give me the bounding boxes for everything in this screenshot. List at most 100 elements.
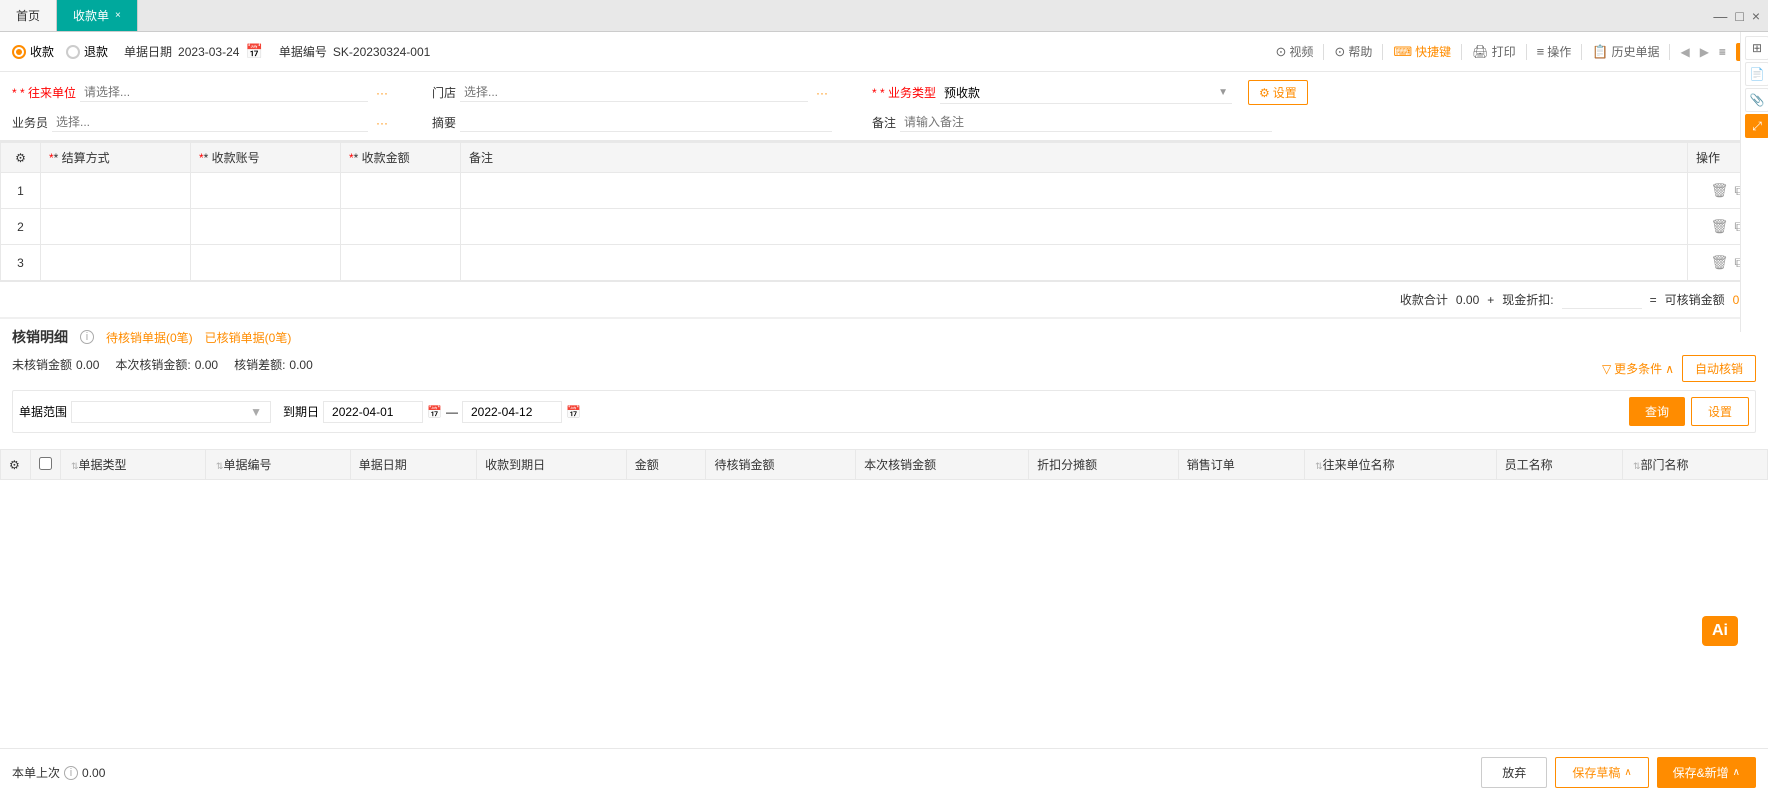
row-settlement-2[interactable] [41, 209, 191, 245]
employee-col-header: 员工名称 [1496, 450, 1622, 480]
row-amount-2[interactable] [341, 209, 461, 245]
table-gear-icon-2[interactable]: ⚙ [9, 458, 20, 472]
more-conditions-btn[interactable]: ▽ 更多条件 ∧ [1602, 360, 1674, 377]
video-label: 视频 [1289, 43, 1313, 60]
calendar-start-icon[interactable]: 📅 [427, 405, 442, 419]
sales-order-col-header: 销售订单 [1178, 450, 1304, 480]
row-account-1[interactable] [191, 173, 341, 209]
maximize-icon[interactable]: □ [1735, 8, 1743, 24]
delete-icon-2[interactable]: 🗑 [1711, 218, 1729, 235]
radio-receive[interactable]: 收款 [12, 43, 54, 60]
gear-col-header[interactable]: ⚙ [1, 143, 41, 173]
info-icon-footer[interactable]: i [64, 766, 78, 780]
minimize-icon[interactable]: — [1713, 8, 1727, 24]
counterpart-dots[interactable]: ··· [372, 86, 392, 100]
filter-settings-btn[interactable]: 设置 [1691, 397, 1749, 426]
list-icon[interactable]: ≡ [1719, 45, 1726, 59]
row-remark-2[interactable] [461, 209, 1688, 245]
settings-button[interactable]: ⚙ 设置 [1248, 80, 1308, 105]
tab-home-label: 首页 [16, 7, 40, 24]
nav-prev-icon[interactable]: ◀ [1680, 45, 1689, 59]
operation-btn[interactable]: ≡ 操作 [1537, 43, 1572, 60]
table-area: ⚙ ** 结算方式 ** 收款账号 ** 收款金额 备注 操作 [0, 141, 1768, 281]
radio-refund-circle [66, 45, 80, 59]
pending-link[interactable]: 待核销单据(0笔) [106, 329, 193, 346]
business-type-dropdown[interactable]: 预收款 ▼ [940, 82, 1232, 104]
print-btn[interactable]: 🖨 打印 [1472, 43, 1516, 60]
verification-info-icon[interactable]: i [80, 330, 94, 344]
radio-receive-label: 收款 [30, 43, 54, 60]
radio-refund-label: 退款 [84, 43, 108, 60]
filter-actions: 查询 设置 [1629, 397, 1749, 426]
due-date-start-input[interactable] [323, 401, 423, 423]
sidebar-expand-icon[interactable]: ⤢ [1745, 114, 1768, 138]
radio-refund[interactable]: 退款 [66, 43, 108, 60]
shortcut-btn[interactable]: ⌨ 快捷键 [1393, 43, 1451, 60]
chevron-up-icon: ∧ [1665, 362, 1674, 376]
row-remark-3[interactable] [461, 245, 1688, 281]
delete-icon-1[interactable]: 🗑 [1711, 182, 1729, 199]
tab-home[interactable]: 首页 [0, 0, 57, 31]
dept-sort-icon: ⇅ [1633, 461, 1641, 471]
table-gear-icon[interactable]: ⚙ [15, 151, 26, 165]
more-conditions-label: 更多条件 [1614, 360, 1662, 377]
row-remark-1[interactable] [461, 173, 1688, 209]
number-col-header: ⇅单据编号 [205, 450, 350, 480]
salesperson-field: 业务员 ··· [12, 113, 392, 132]
help-btn[interactable]: ⊙ 帮助 [1334, 43, 1372, 60]
ai-badge[interactable]: Ai [1702, 616, 1738, 646]
total-label: 收款合计 [1400, 291, 1448, 308]
store-field: 门店 ··· [432, 83, 832, 102]
query-btn[interactable]: 查询 [1629, 397, 1685, 426]
store-input[interactable] [460, 83, 808, 102]
summary-label: 摘要 [432, 114, 456, 131]
available-label: 可核销金额 [1665, 291, 1725, 308]
nav-next-icon[interactable]: ▶ [1700, 45, 1709, 59]
tab-close-icon[interactable]: × [115, 10, 121, 21]
range-select[interactable]: ▼ [71, 401, 271, 423]
video-btn[interactable]: ⊙ 视频 [1275, 43, 1313, 60]
window-close-icon[interactable]: × [1752, 8, 1760, 24]
history-btn[interactable]: 📋 历史单据 [1592, 43, 1659, 60]
row-settlement-1[interactable] [41, 173, 191, 209]
checkbox-all-header[interactable] [31, 450, 61, 480]
done-link[interactable]: 已核销单据(0笔) [205, 329, 292, 346]
discard-btn[interactable]: 放弃 [1481, 757, 1547, 788]
calendar-end-icon[interactable]: 📅 [566, 405, 581, 419]
salesperson-label: 业务员 [12, 114, 48, 131]
sidebar-doc-icon[interactable]: 📄 [1745, 62, 1768, 86]
delete-icon-3[interactable]: 🗑 [1711, 254, 1729, 271]
due-col-header: 收款到期日 [477, 450, 627, 480]
row-account-3[interactable] [191, 245, 341, 281]
pending-col-header: 待核销金额 [706, 450, 856, 480]
row-account-2[interactable] [191, 209, 341, 245]
shortcut-icon: ⌨ [1393, 44, 1412, 60]
radio-group: 收款 退款 [12, 43, 108, 60]
sidebar-table-icon[interactable]: ⊞ [1745, 36, 1768, 60]
due-date-end-input[interactable] [462, 401, 562, 423]
draft-btn[interactable]: 保存草稿 ∧ [1555, 757, 1648, 788]
plus-sign: + [1487, 293, 1494, 307]
auto-verify-btn[interactable]: 自动核销 [1682, 355, 1756, 382]
order-label: 本单上次 [12, 764, 60, 781]
salesperson-dots[interactable]: ··· [372, 116, 392, 130]
row-settlement-3[interactable] [41, 245, 191, 281]
sidebar-attachment-icon[interactable]: 📎 [1745, 88, 1768, 112]
calendar-icon[interactable]: 📅 [245, 43, 262, 60]
select-all-checkbox[interactable] [39, 457, 52, 470]
tab-active[interactable]: 收款单 × [57, 0, 138, 31]
remark-input[interactable] [900, 113, 1272, 132]
history-icon: 📋 [1592, 44, 1608, 60]
counterpart-input[interactable] [80, 83, 368, 102]
history-label: 历史单据 [1611, 43, 1659, 60]
row-amount-1[interactable] [341, 173, 461, 209]
salesperson-input[interactable] [52, 113, 368, 132]
save-btn[interactable]: 保存&新增 ∧ [1657, 757, 1756, 788]
discount-input[interactable] [1562, 290, 1642, 309]
row-amount-3[interactable] [341, 245, 461, 281]
number-label: 单据编号 [279, 43, 327, 60]
summary-input[interactable] [460, 113, 832, 132]
table-row: 2 🗑 ⧉ [1, 209, 1768, 245]
store-dots[interactable]: ··· [812, 86, 832, 100]
row-num-2: 2 [1, 209, 41, 245]
